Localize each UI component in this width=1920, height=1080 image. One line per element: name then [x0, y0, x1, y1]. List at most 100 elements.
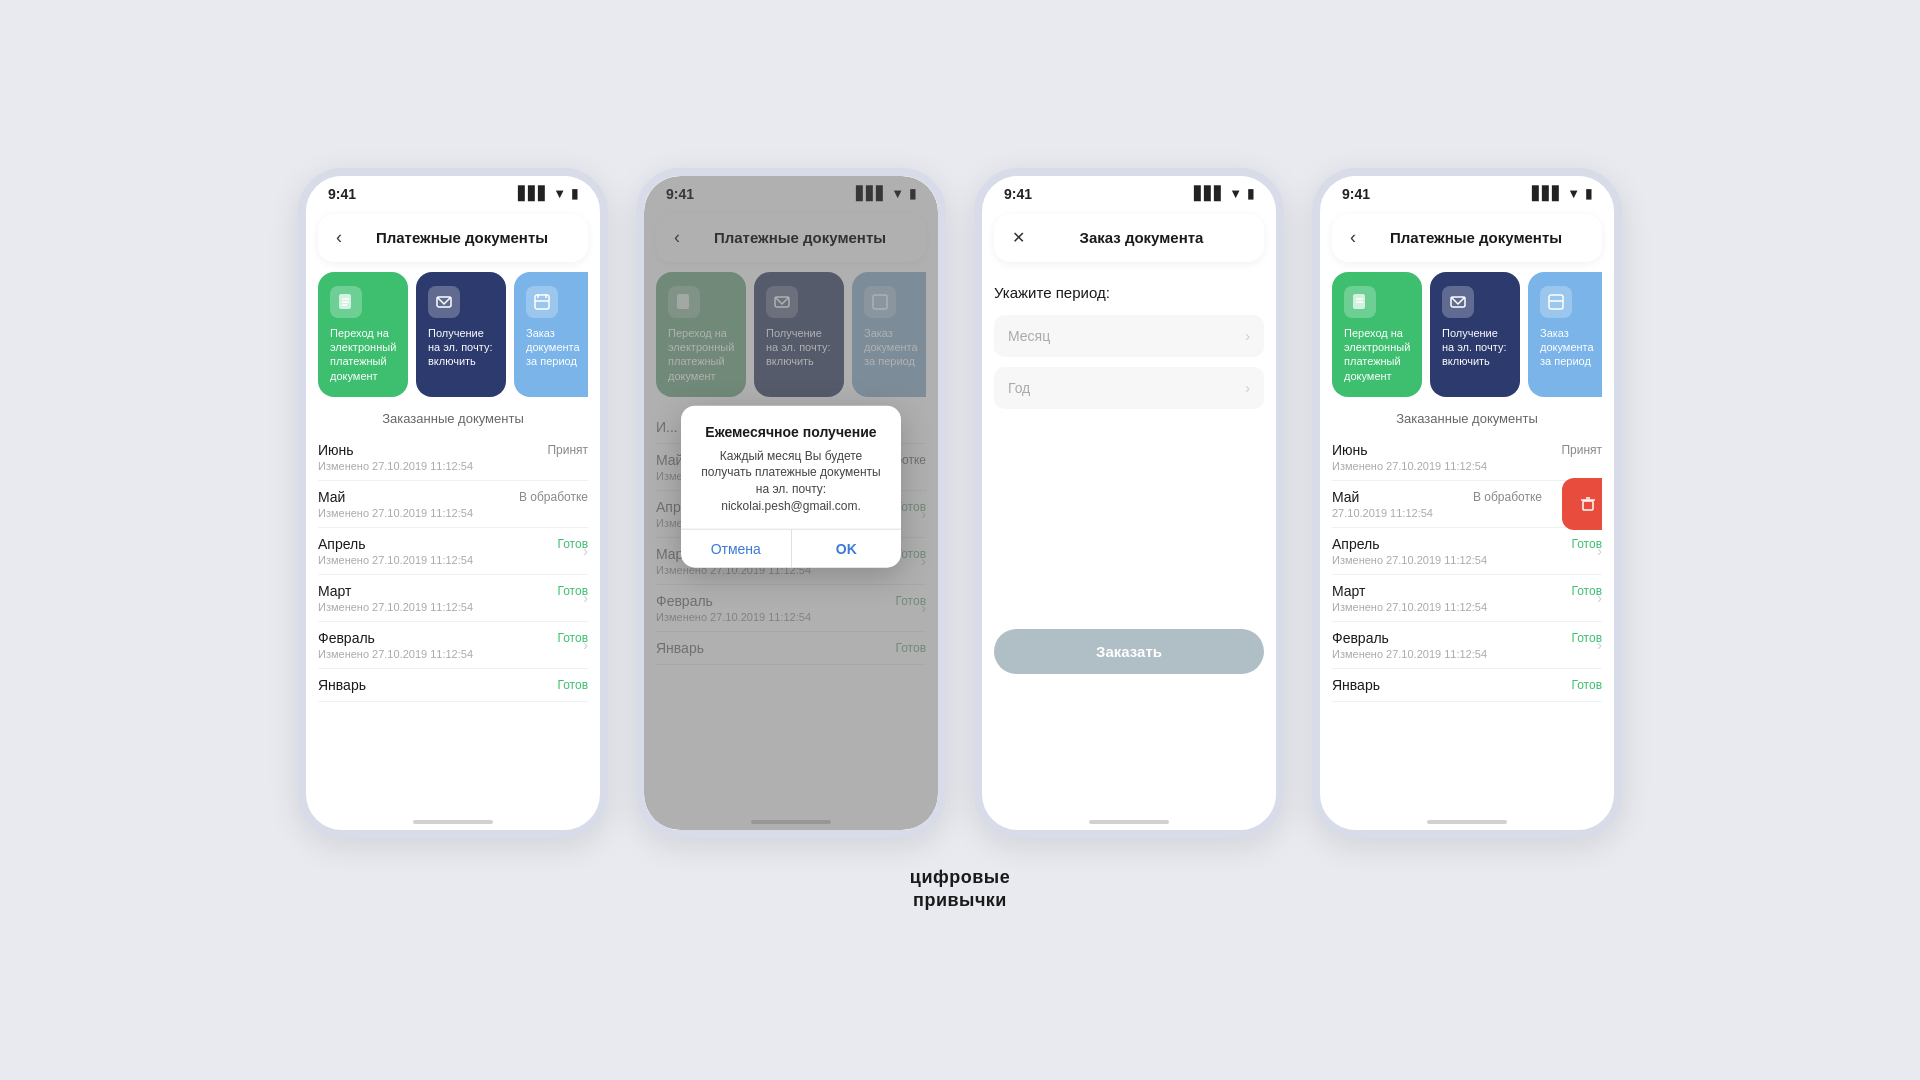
- doc-status-1-june: Принят: [547, 443, 588, 457]
- card-order-1[interactable]: Заказ документа за период: [514, 272, 588, 397]
- month-placeholder-3: Месяц: [1008, 328, 1050, 344]
- card-icon-4c: [1540, 286, 1572, 318]
- doc-date-4-june: Изменено 27.10.2019 11:12:54: [1332, 460, 1602, 472]
- dialog-ok-2[interactable]: OK: [792, 529, 902, 567]
- close-button-3[interactable]: ✕: [1012, 228, 1025, 247]
- doc-item-4-may: Май В обработке 27.10.2019 11:12:54: [1332, 481, 1602, 528]
- doc-status-1-jan: Готов: [557, 678, 588, 692]
- card-label-1a: Переход на электронный платежный докумен…: [330, 326, 396, 383]
- year-chevron-3: ›: [1245, 380, 1250, 396]
- doc-month-1-april: Апрель: [318, 536, 366, 552]
- status-time-1: 9:41: [328, 186, 356, 202]
- order-form-3: Укажите период: Месяц › Год › Заказать: [994, 272, 1264, 808]
- card-email-1[interactable]: Получение на эл. почту: включить: [416, 272, 506, 397]
- wifi-icon-4: ▼: [1567, 186, 1580, 201]
- dialog-2: Ежемесячное получение Каждый месяц Вы бу…: [681, 405, 901, 567]
- signal-icon-3: ▋▋▋: [1194, 186, 1224, 201]
- back-button-1[interactable]: ‹: [336, 227, 342, 248]
- notch-3: [1074, 176, 1184, 198]
- brand-line2: привычки: [913, 890, 1007, 910]
- header-title-3: Заказ документа: [1037, 229, 1246, 246]
- chevron-1-feb: ›: [583, 637, 588, 653]
- doc-item-1-feb: Февраль Готов Изменено 27.10.2019 11:12:…: [318, 622, 588, 669]
- doc-month-4-march: Март: [1332, 583, 1366, 599]
- doc-date-4-april: Изменено 27.10.2019 11:12:54: [1332, 554, 1602, 566]
- section-title-1: Заказанные документы: [318, 411, 588, 426]
- phone-3: 9:41 ▋▋▋ ▼ ▮ ✕ Заказ документа Укажите п…: [974, 168, 1284, 838]
- chevron-4-april: ›: [1597, 543, 1602, 559]
- section-title-4: Заказанные документы: [1332, 411, 1602, 426]
- svg-rect-16: [1549, 295, 1563, 309]
- chevron-4-march: ›: [1597, 590, 1602, 606]
- doc-month-4-may: Май: [1332, 489, 1359, 505]
- content-4: Переход на электронный платежный докумен…: [1320, 262, 1614, 808]
- doc-month-4-jan: Январь: [1332, 677, 1380, 693]
- status-icons-4: ▋▋▋ ▼ ▮: [1532, 186, 1592, 201]
- signal-icon: ▋▋▋: [518, 186, 548, 201]
- chevron-4-feb: ›: [1597, 637, 1602, 653]
- card-label-4a: Переход на электронный платежный докумен…: [1344, 326, 1410, 383]
- wifi-icon: ▼: [553, 186, 566, 201]
- home-indicator-4: [1320, 808, 1614, 830]
- phones-row: 9:41 ▋▋▋ ▼ ▮ ‹ Платежные документы Перех…: [298, 168, 1622, 838]
- card-label-4b: Получение на эл. почту: включить: [1442, 326, 1508, 369]
- year-select-3[interactable]: Год ›: [994, 367, 1264, 409]
- svg-rect-5: [535, 295, 549, 309]
- doc-date-4-feb: Изменено 27.10.2019 11:12:54: [1332, 648, 1602, 660]
- card-email-4[interactable]: Получение на эл. почту: включить: [1430, 272, 1520, 397]
- doc-month-1-june: Июнь: [318, 442, 354, 458]
- dialog-cancel-2[interactable]: Отмена: [681, 529, 792, 567]
- dialog-message-2: Каждый месяц Вы будете получать платежны…: [697, 447, 885, 514]
- chevron-1-april: ›: [583, 543, 588, 559]
- year-placeholder-3: Год: [1008, 380, 1030, 396]
- status-icons-1: ▋▋▋ ▼ ▮: [518, 186, 578, 201]
- doc-item-4-jan: Январь Готов: [1332, 669, 1602, 702]
- card-electronic-4[interactable]: Переход на электронный платежный докумен…: [1332, 272, 1422, 397]
- month-select-3[interactable]: Месяц ›: [994, 315, 1264, 357]
- back-button-4[interactable]: ‹: [1350, 227, 1356, 248]
- card-electronic-1[interactable]: Переход на электронный платежный докумен…: [318, 272, 408, 397]
- doc-item-4-april: Апрель Готов Изменено 27.10.2019 11:12:5…: [1332, 528, 1602, 575]
- doc-date-1-feb: Изменено 27.10.2019 11:12:54: [318, 648, 588, 660]
- doc-month-4-june: Июнь: [1332, 442, 1368, 458]
- card-order-4[interactable]: Заказ документа за период: [1528, 272, 1602, 397]
- doc-list-4: Июнь Принят Изменено 27.10.2019 11:12:54…: [1332, 434, 1602, 808]
- doc-status-1-may: В обработке: [519, 490, 588, 504]
- doc-status-4-may: В обработке: [1473, 490, 1542, 504]
- card-icon-1a: [330, 286, 362, 318]
- status-time-4: 9:41: [1342, 186, 1370, 202]
- doc-month-1-feb: Февраль: [318, 630, 375, 646]
- content-1: Переход на электронный платежный докумен…: [306, 262, 600, 808]
- home-indicator-1: [306, 808, 600, 830]
- status-time-3: 9:41: [1004, 186, 1032, 202]
- battery-icon: ▮: [571, 186, 578, 201]
- header-1: ‹ Платежные документы: [318, 214, 588, 262]
- doc-item-1-may: Май В обработке Изменено 27.10.2019 11:1…: [318, 481, 588, 528]
- doc-status-4-june: Принят: [1561, 443, 1602, 457]
- card-label-4c: Заказ документа за период: [1540, 326, 1602, 369]
- doc-status-4-jan: Готов: [1571, 678, 1602, 692]
- signal-icon-4: ▋▋▋: [1532, 186, 1562, 201]
- card-icon-4b: [1442, 286, 1474, 318]
- content-3: Укажите период: Месяц › Год › Заказать: [982, 262, 1276, 808]
- order-button-3[interactable]: Заказать: [994, 629, 1264, 674]
- phone-4: 9:41 ▋▋▋ ▼ ▮ ‹ Платежные документы Перех…: [1312, 168, 1622, 838]
- home-bar-1: [413, 820, 493, 824]
- notch-1: [398, 176, 508, 198]
- battery-icon-3: ▮: [1247, 186, 1254, 201]
- delete-button-4-may[interactable]: [1562, 478, 1602, 530]
- header-title-4: Платежные документы: [1368, 229, 1584, 246]
- doc-item-1-march: Март Готов Изменено 27.10.2019 11:12:54 …: [318, 575, 588, 622]
- doc-item-4-feb: Февраль Готов Изменено 27.10.2019 11:12:…: [1332, 622, 1602, 669]
- doc-month-1-march: Март: [318, 583, 352, 599]
- phone-2: 9:41 ▋▋▋ ▼ ▮ ‹ Платежные документы Перех…: [636, 168, 946, 838]
- brand-text: цифровые привычки: [910, 866, 1010, 913]
- notch-4: [1412, 176, 1522, 198]
- doc-item-4-march: Март Готов Изменено 27.10.2019 11:12:54 …: [1332, 575, 1602, 622]
- doc-month-4-feb: Февраль: [1332, 630, 1389, 646]
- doc-date-1-june: Изменено 27.10.2019 11:12:54: [318, 460, 588, 472]
- month-chevron-3: ›: [1245, 328, 1250, 344]
- home-indicator-3: [982, 808, 1276, 830]
- wifi-icon-3: ▼: [1229, 186, 1242, 201]
- doc-item-4-june: Июнь Принят Изменено 27.10.2019 11:12:54: [1332, 434, 1602, 481]
